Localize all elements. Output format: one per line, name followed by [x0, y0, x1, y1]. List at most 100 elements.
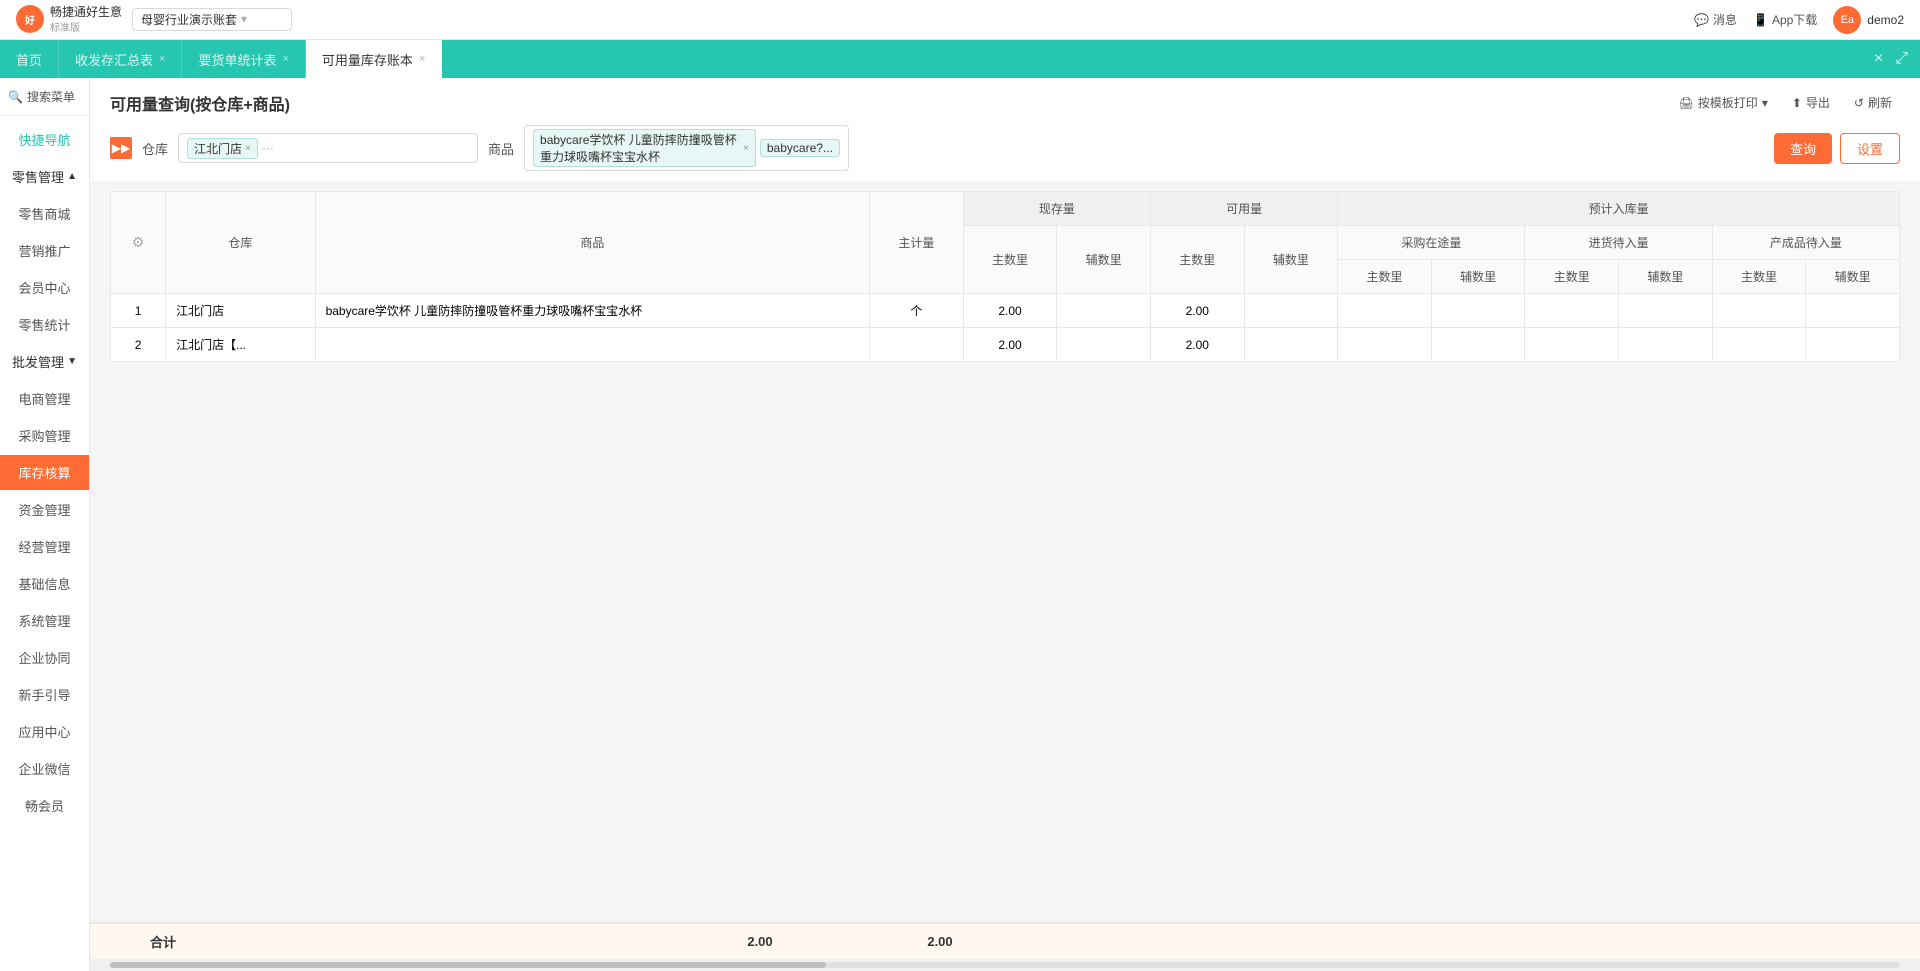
col-prod-main-header: 主数里: [1712, 260, 1806, 294]
sidebar-item-wechat-label: 企业微信: [18, 762, 70, 777]
sidebar-item-enterprise[interactable]: 企业协同: [0, 640, 89, 675]
query-button[interactable]: 查询: [1774, 133, 1832, 164]
cell-product: [315, 328, 870, 362]
col-product-header: 商品: [315, 192, 870, 294]
template-print-button[interactable]: 🖨 按模板打印 ▾: [1671, 90, 1776, 115]
sidebar-item-inventory[interactable]: 库存核算: [0, 455, 89, 490]
export-label: 导出: [1806, 94, 1830, 111]
cell-stock-main: 2.00: [963, 328, 1057, 362]
sidebar-item-wholesale[interactable]: 批发管理 ▼: [0, 344, 89, 379]
col-pur-aux-header: 辅数里: [1431, 260, 1525, 294]
tab-available-inventory-close[interactable]: ×: [419, 53, 425, 65]
industry-label: 母婴行业演示账套: [141, 11, 237, 28]
export-button[interactable]: ⬆ 导出: [1784, 90, 1838, 115]
chevron-down-icon-2: ▼: [67, 356, 77, 367]
cell-pur-main: [1338, 328, 1432, 362]
sidebar-item-marketing[interactable]: 营销推广: [0, 233, 89, 268]
sidebar-item-finance[interactable]: 资金管理: [0, 492, 89, 527]
sidebar-item-app-center[interactable]: 应用中心: [0, 714, 89, 749]
scroll-bar-thumb[interactable]: [110, 962, 826, 968]
sidebar-item-member2[interactable]: 畅会员: [0, 788, 89, 823]
scroll-bar-container[interactable]: [90, 959, 1920, 971]
footer-avail-main: 2.00: [890, 934, 990, 949]
nav-expand-button[interactable]: ⤢: [1891, 48, 1912, 70]
sidebar-item-system[interactable]: 系统管理: [0, 603, 89, 638]
sidebar-item-wechat[interactable]: 企业微信: [0, 751, 89, 786]
warehouse-filter-input[interactable]: 江北门店 × ···: [178, 133, 478, 163]
sidebar-item-enterprise-label: 企业协同: [18, 651, 70, 666]
cell-inc-main: [1525, 328, 1619, 362]
nav-close-button[interactable]: ×: [1870, 48, 1887, 70]
col-settings-header[interactable]: ⚙: [111, 192, 166, 294]
warehouse-tag-close[interactable]: ×: [245, 143, 251, 154]
cell-avail-main: 2.00: [1150, 294, 1244, 328]
sidebar-item-ecommerce-label: 电商管理: [18, 392, 70, 407]
cell-avail-main: 2.00: [1150, 328, 1244, 362]
search-icon: 🔍: [8, 90, 23, 104]
message-button[interactable]: 💬 消息: [1694, 11, 1737, 28]
product-filter-input[interactable]: babycare学饮杯 儿童防摔防撞吸管杯重力球吸嘴杯宝宝水杯 × babyca…: [524, 125, 849, 171]
sidebar-item-member[interactable]: 会员中心: [0, 270, 89, 305]
expand-filter-button[interactable]: ▶▶: [110, 137, 132, 159]
sidebar-item-ecommerce[interactable]: 电商管理: [0, 381, 89, 416]
sidebar-item-finance-label: 资金管理: [18, 503, 70, 518]
sidebar-item-quick-nav[interactable]: 快捷导航: [0, 122, 89, 157]
sidebar-item-retail-mall-label: 零售商城: [18, 207, 70, 222]
cell-avail-aux: [1244, 294, 1338, 328]
cell-stock-aux: [1057, 294, 1151, 328]
product-tag-1-close[interactable]: ×: [743, 143, 749, 154]
cell-prod-aux: [1806, 328, 1900, 362]
sidebar-item-retail-stat-label: 零售统计: [18, 318, 70, 333]
page-header: 可用量查询(按仓库+商品) 🖨 按模板打印 ▾ ⬆ 导出 ↺ 刷新: [90, 78, 1920, 115]
industry-select[interactable]: 母婴行业演示账套 ▾: [132, 8, 292, 31]
sidebar-item-guide[interactable]: 新手引导: [0, 677, 89, 712]
product-tag-2: babycare?...: [760, 139, 840, 157]
cell-prod-aux: [1806, 294, 1900, 328]
cell-warehouse: 江北门店: [166, 294, 315, 328]
filter-actions: 查询 设置: [1774, 133, 1900, 164]
app-download-button[interactable]: 📱 App下载: [1753, 11, 1817, 28]
refresh-button[interactable]: ↺ 刷新: [1846, 90, 1900, 115]
tab-receive[interactable]: 收发存汇总表 ×: [59, 40, 182, 78]
cell-warehouse: 江北门店【...: [166, 328, 315, 362]
user-menu[interactable]: Ea demo2: [1833, 6, 1904, 34]
settings-button[interactable]: 设置: [1840, 133, 1900, 164]
cell-prod-main: [1712, 328, 1806, 362]
sidebar-search[interactable]: 🔍 搜索菜单: [0, 78, 89, 116]
col-stock-main-header: 主数里: [963, 226, 1057, 294]
nav-tabs: 首页 收发存汇总表 × 要货单统计表 × 可用量库存账本 × × ⤢: [0, 40, 1920, 78]
product-tag-1-text: babycare学饮杯 儿童防摔防撞吸管杯重力球吸嘴杯宝宝水杯: [540, 131, 740, 165]
sidebar-item-retail[interactable]: 零售管理 ▲: [0, 159, 89, 194]
scroll-bar-track[interactable]: [110, 962, 1900, 968]
logo-sub: 标准版: [50, 19, 122, 34]
sidebar-item-inventory-label: 库存核算: [18, 466, 70, 481]
filter-more-indicator: ···: [262, 141, 274, 155]
tab-order-stat[interactable]: 要货单统计表 ×: [182, 40, 305, 78]
tab-order-stat-close[interactable]: ×: [282, 53, 288, 65]
nav-controls: × ⤢: [1862, 48, 1920, 70]
logo-text: 畅捷通好生意: [50, 5, 122, 19]
col-purchase-header: 采购在途量: [1338, 226, 1525, 260]
sidebar-item-retail-stat[interactable]: 零售统计: [0, 307, 89, 342]
tab-available-inventory-label: 可用量库存账本: [322, 50, 413, 69]
table-row: 2 江北门店【... 2.00 2.00: [111, 328, 1900, 362]
message-label: 消息: [1713, 11, 1737, 28]
col-available-header: 可用量: [1150, 192, 1337, 226]
tab-order-stat-label: 要货单统计表: [198, 50, 276, 69]
sidebar-item-retail-label: 零售管理: [12, 167, 64, 186]
tab-available-inventory[interactable]: 可用量库存账本 ×: [306, 40, 442, 78]
sidebar-item-basic[interactable]: 基础信息: [0, 566, 89, 601]
logo: 好 畅捷通好生意 标准版: [16, 5, 122, 34]
cell-stock-main: 2.00: [963, 294, 1057, 328]
sidebar-item-operations[interactable]: 经营管理: [0, 529, 89, 564]
cell-index: 1: [111, 294, 166, 328]
page-actions: 🖨 按模板打印 ▾ ⬆ 导出 ↺ 刷新: [1671, 90, 1900, 115]
cell-prod-main: [1712, 294, 1806, 328]
sidebar-item-purchase[interactable]: 采购管理: [0, 418, 89, 453]
tab-receive-close[interactable]: ×: [159, 53, 165, 65]
sidebar-item-retail-mall[interactable]: 零售商城: [0, 196, 89, 231]
logo-icon: 好: [16, 5, 44, 33]
tab-home[interactable]: 首页: [0, 40, 59, 78]
cell-inc-main: [1525, 294, 1619, 328]
footer-stock-main: 2.00: [710, 934, 810, 949]
